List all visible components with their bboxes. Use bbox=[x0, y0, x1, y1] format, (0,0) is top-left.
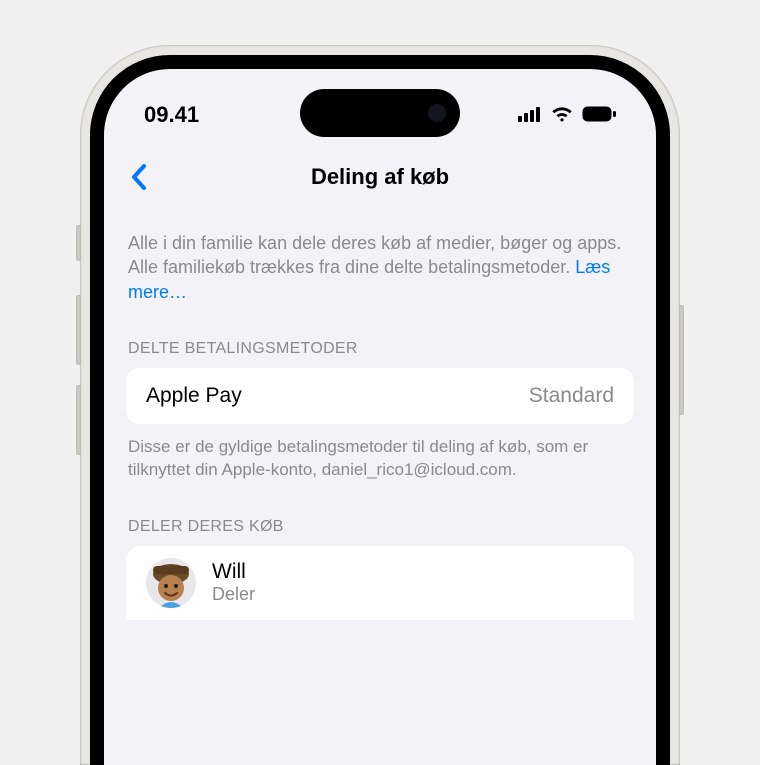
volume-down-button bbox=[76, 385, 81, 455]
power-button bbox=[679, 305, 684, 415]
avatar bbox=[146, 558, 196, 608]
payment-section-header: DELTE BETALINGSMETODER bbox=[128, 340, 632, 358]
screen: 09.41 Deling af køb bbox=[104, 69, 656, 765]
member-name: Will bbox=[212, 560, 255, 584]
payment-section-footer: Disse er de gyldige betalingsmetoder til… bbox=[128, 436, 632, 482]
status-time: 09.41 bbox=[144, 102, 199, 128]
back-button[interactable] bbox=[122, 160, 156, 194]
payment-method-label: Apple Pay bbox=[146, 384, 242, 408]
phone-frame: 09.41 Deling af køb bbox=[80, 45, 680, 765]
nav-bar: Deling af køb bbox=[104, 149, 656, 205]
battery-icon bbox=[582, 102, 616, 128]
member-status: Deler bbox=[212, 584, 255, 605]
intro-text: Alle i din familie kan dele deres køb af… bbox=[128, 231, 632, 304]
side-button bbox=[76, 225, 81, 261]
chevron-left-icon bbox=[131, 164, 147, 190]
volume-up-button bbox=[76, 295, 81, 365]
wifi-icon bbox=[550, 102, 574, 128]
page-title: Deling af køb bbox=[311, 164, 449, 190]
content: Alle i din familie kan dele deres køb af… bbox=[104, 205, 656, 765]
member-row[interactable]: Will Deler bbox=[126, 546, 634, 620]
payment-method-cell[interactable]: Apple Pay Standard bbox=[126, 368, 634, 424]
payment-method-detail: Standard bbox=[529, 384, 614, 408]
intro-body: Alle i din familie kan dele deres køb af… bbox=[128, 233, 621, 277]
camera-dot-icon bbox=[428, 104, 446, 122]
sharing-section-header: DELER DERES KØB bbox=[128, 518, 632, 536]
dynamic-island bbox=[300, 89, 460, 137]
cellular-icon bbox=[518, 102, 542, 128]
